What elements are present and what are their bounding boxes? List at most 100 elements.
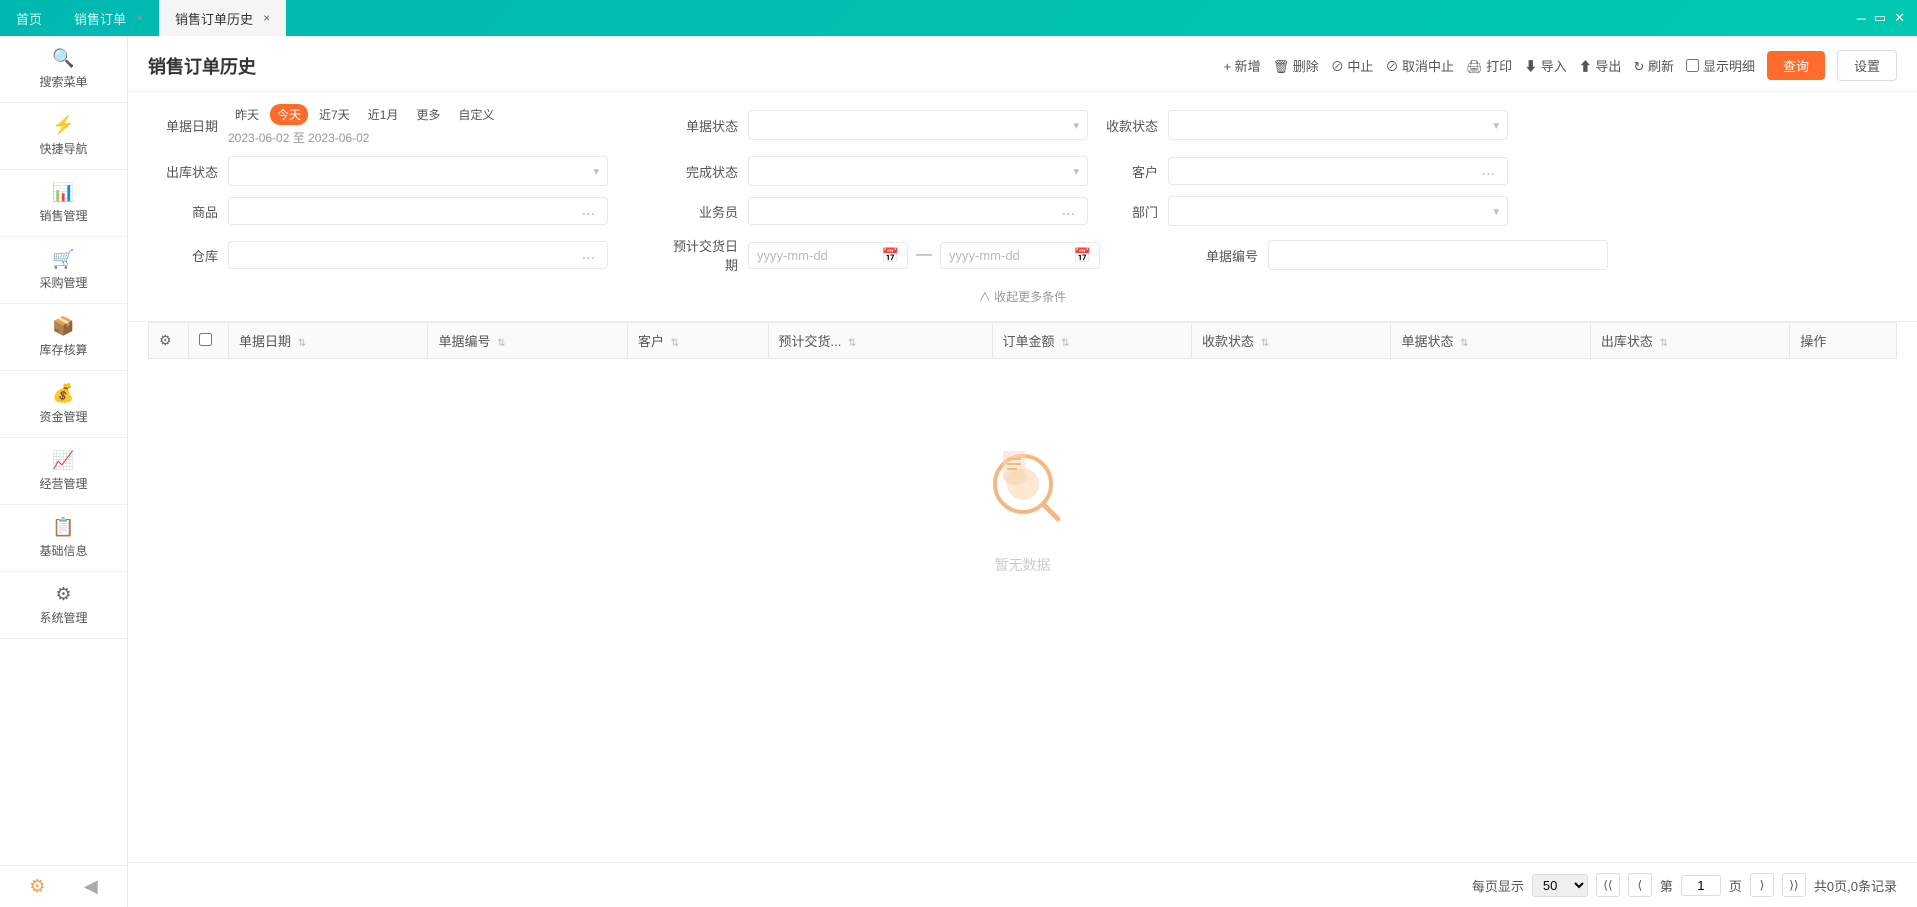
th-checkbox[interactable]	[189, 323, 229, 359]
product-dots-button[interactable]: ...	[578, 202, 599, 220]
warehouse-dots-button[interactable]: ...	[578, 246, 599, 264]
bill-status-label: 单据状态	[668, 116, 748, 135]
sidebar-icon-purchase-mgmt: 🛒	[52, 249, 74, 270]
sidebar-icon-sales-mgmt: 📊	[52, 182, 74, 203]
th-bill-status-sort[interactable]: ⇅	[1460, 338, 1468, 349]
page-title: 销售订单历史	[148, 53, 256, 79]
th-amount[interactable]: 订单金额 ⇅	[992, 323, 1191, 359]
th-bill-status[interactable]: 单据状态 ⇅	[1391, 323, 1590, 359]
date-yesterday[interactable]: 昨天	[228, 104, 266, 125]
expected-date-to[interactable]: yyyy-mm-dd	[949, 248, 1074, 263]
warehouse-label: 仓库	[148, 246, 228, 265]
th-receipt-status-sort[interactable]: ⇅	[1261, 338, 1269, 349]
date-1month[interactable]: 近1月	[361, 104, 406, 125]
customer-dots-button[interactable]: ...	[1478, 162, 1499, 180]
page-first-button[interactable]: ⟨⟨	[1596, 873, 1620, 897]
sidebar-item-basic-info[interactable]: 📋 基础信息	[0, 505, 127, 572]
sidebar-icon-quick-nav: ⚡	[52, 115, 74, 136]
sidebar-item-quick-nav[interactable]: ⚡ 快捷导航	[0, 103, 127, 170]
dept-select[interactable]: ▾	[1168, 196, 1508, 226]
tab-sales-order[interactable]: 销售订单×	[58, 0, 159, 36]
sidebar-collapse-icon[interactable]: ◀	[84, 876, 98, 897]
page-next-button[interactable]: ⟩	[1750, 873, 1774, 897]
cancel-stop-button[interactable]: ⊘ 取消中止	[1385, 56, 1454, 75]
th-customer-sort[interactable]: ⇅	[671, 338, 679, 349]
show-detail-checkbox-label[interactable]: 显示明细	[1686, 56, 1755, 75]
sidebar-item-system[interactable]: ⚙ 系统管理	[0, 572, 127, 639]
calendar-to-icon[interactable]: 📅	[1074, 247, 1091, 264]
sidebar-item-finance[interactable]: 💰 资金管理	[0, 371, 127, 438]
export-button[interactable]: ⬆ 导出	[1579, 56, 1622, 75]
expected-date-from[interactable]: yyyy-mm-dd	[757, 248, 882, 263]
sidebar-item-search-menu[interactable]: 🔍 搜索菜单	[0, 36, 127, 103]
date-7days[interactable]: 近7天	[312, 104, 357, 125]
tab-list: 首页销售订单×销售订单历史×	[0, 0, 1845, 36]
filter-cell-complete-status: 完成状态 ▾	[668, 156, 1088, 186]
th-out-status-sort[interactable]: ⇅	[1660, 338, 1668, 349]
page-last-button[interactable]: ⟩⟩	[1782, 873, 1806, 897]
salesperson-label: 业务员	[668, 202, 748, 221]
window-controls: ─ ▭ ✕	[1845, 10, 1917, 26]
table-area: ⚙ 单据日期 ⇅ 单据编号 ⇅	[128, 322, 1917, 862]
th-expected-date[interactable]: 预计交货... ⇅	[768, 323, 992, 359]
refresh-button[interactable]: ↻ 刷新	[1633, 56, 1674, 75]
sidebar-icon-inventory: 📦	[52, 316, 74, 337]
th-bill-no[interactable]: 单据编号 ⇅	[428, 323, 627, 359]
query-button[interactable]: 查询	[1767, 51, 1825, 80]
select-all-checkbox[interactable]	[199, 333, 212, 346]
bill-no-input[interactable]	[1268, 240, 1608, 270]
filter-cell-out-status: 出库状态 ▾	[148, 156, 668, 186]
filter-cell-bill-status: 单据状态 ▾	[668, 110, 1088, 140]
minimize-button[interactable]: ─	[1857, 11, 1866, 26]
th-date[interactable]: 单据日期 ⇅	[229, 323, 428, 359]
th-expected-date-sort[interactable]: ⇅	[848, 338, 856, 349]
sidebar-item-operation[interactable]: 📈 经营管理	[0, 438, 127, 505]
th-receipt-status[interactable]: 收款状态 ⇅	[1191, 323, 1390, 359]
empty-state: 暂无数据	[148, 359, 1897, 655]
tab-sales-order-history[interactable]: 销售订单历史×	[159, 0, 286, 36]
settings-icon[interactable]: ⚙	[159, 332, 172, 348]
import-button[interactable]: ⬇ 导入	[1524, 56, 1567, 75]
th-bill-no-sort[interactable]: ⇅	[497, 338, 505, 349]
stop-button[interactable]: ⊘ 中止	[1331, 56, 1374, 75]
th-customer[interactable]: 客户 ⇅	[627, 323, 768, 359]
th-amount-sort[interactable]: ⇅	[1061, 338, 1069, 349]
th-date-sort[interactable]: ⇅	[298, 338, 306, 349]
restore-button[interactable]: ▭	[1874, 10, 1886, 26]
sidebar-item-purchase-mgmt[interactable]: 🛒 采购管理	[0, 237, 127, 304]
print-button[interactable]: 🖨 打印	[1466, 56, 1512, 75]
date-more[interactable]: 更多	[409, 104, 447, 125]
new-button[interactable]: + 新增	[1223, 56, 1260, 75]
salesperson-dots-button[interactable]: ...	[1058, 202, 1079, 220]
show-detail-checkbox[interactable]	[1686, 59, 1699, 72]
th-out-status[interactable]: 出库状态 ⇅	[1590, 323, 1789, 359]
content-area: 销售订单历史 + 新增 🗑 删除 ⊘ 中止 ⊘ 取消中止 🖨 打印 ⬇ 导入 ⬆…	[128, 36, 1917, 907]
date-today[interactable]: 今天	[270, 104, 308, 125]
sidebar-settings-icon[interactable]: ⚙	[29, 876, 45, 897]
settings-button[interactable]: 设置	[1837, 50, 1897, 81]
complete-status-select[interactable]: ▾	[748, 156, 1088, 186]
page-prev-button[interactable]: ⟨	[1628, 873, 1652, 897]
page-size-label: 每页显示	[1472, 876, 1524, 895]
main-layout: 🔍 搜索菜单 ⚡ 快捷导航 📊 销售管理 🛒 采购管理 📦 库存核算 💰 资金管…	[0, 36, 1917, 907]
tab-close-sales-order-history[interactable]: ×	[263, 11, 270, 25]
calendar-from-icon[interactable]: 📅	[882, 247, 899, 264]
tab-close-sales-order[interactable]: ×	[136, 11, 143, 25]
date-custom[interactable]: 自定义	[451, 104, 501, 125]
sidebar-label-search-menu: 搜索菜单	[39, 73, 87, 90]
tab-home[interactable]: 首页	[0, 0, 58, 36]
filter-cell-expected-date: 预计交货日期 yyyy-mm-dd 📅 — yyyy-mm-dd 📅	[668, 236, 1188, 274]
page-size-select[interactable]: 50 10 20 100	[1532, 874, 1588, 897]
sidebar-item-inventory[interactable]: 📦 库存核算	[0, 304, 127, 371]
sidebar-icon-system: ⚙	[55, 584, 71, 605]
table-header-row: ⚙ 单据日期 ⇅ 单据编号 ⇅	[149, 323, 1897, 359]
page-input[interactable]	[1681, 875, 1721, 896]
delete-button[interactable]: 🗑 删除	[1273, 56, 1319, 75]
out-status-select[interactable]: ▾	[228, 156, 608, 186]
collapse-bar[interactable]: ∧ 收起更多条件	[148, 284, 1897, 309]
receipt-status-select[interactable]: ▾	[1168, 110, 1508, 140]
th-settings[interactable]: ⚙	[149, 323, 189, 359]
close-window-button[interactable]: ✕	[1894, 10, 1905, 26]
bill-status-select[interactable]: ▾	[748, 110, 1088, 140]
sidebar-item-sales-mgmt[interactable]: 📊 销售管理	[0, 170, 127, 237]
